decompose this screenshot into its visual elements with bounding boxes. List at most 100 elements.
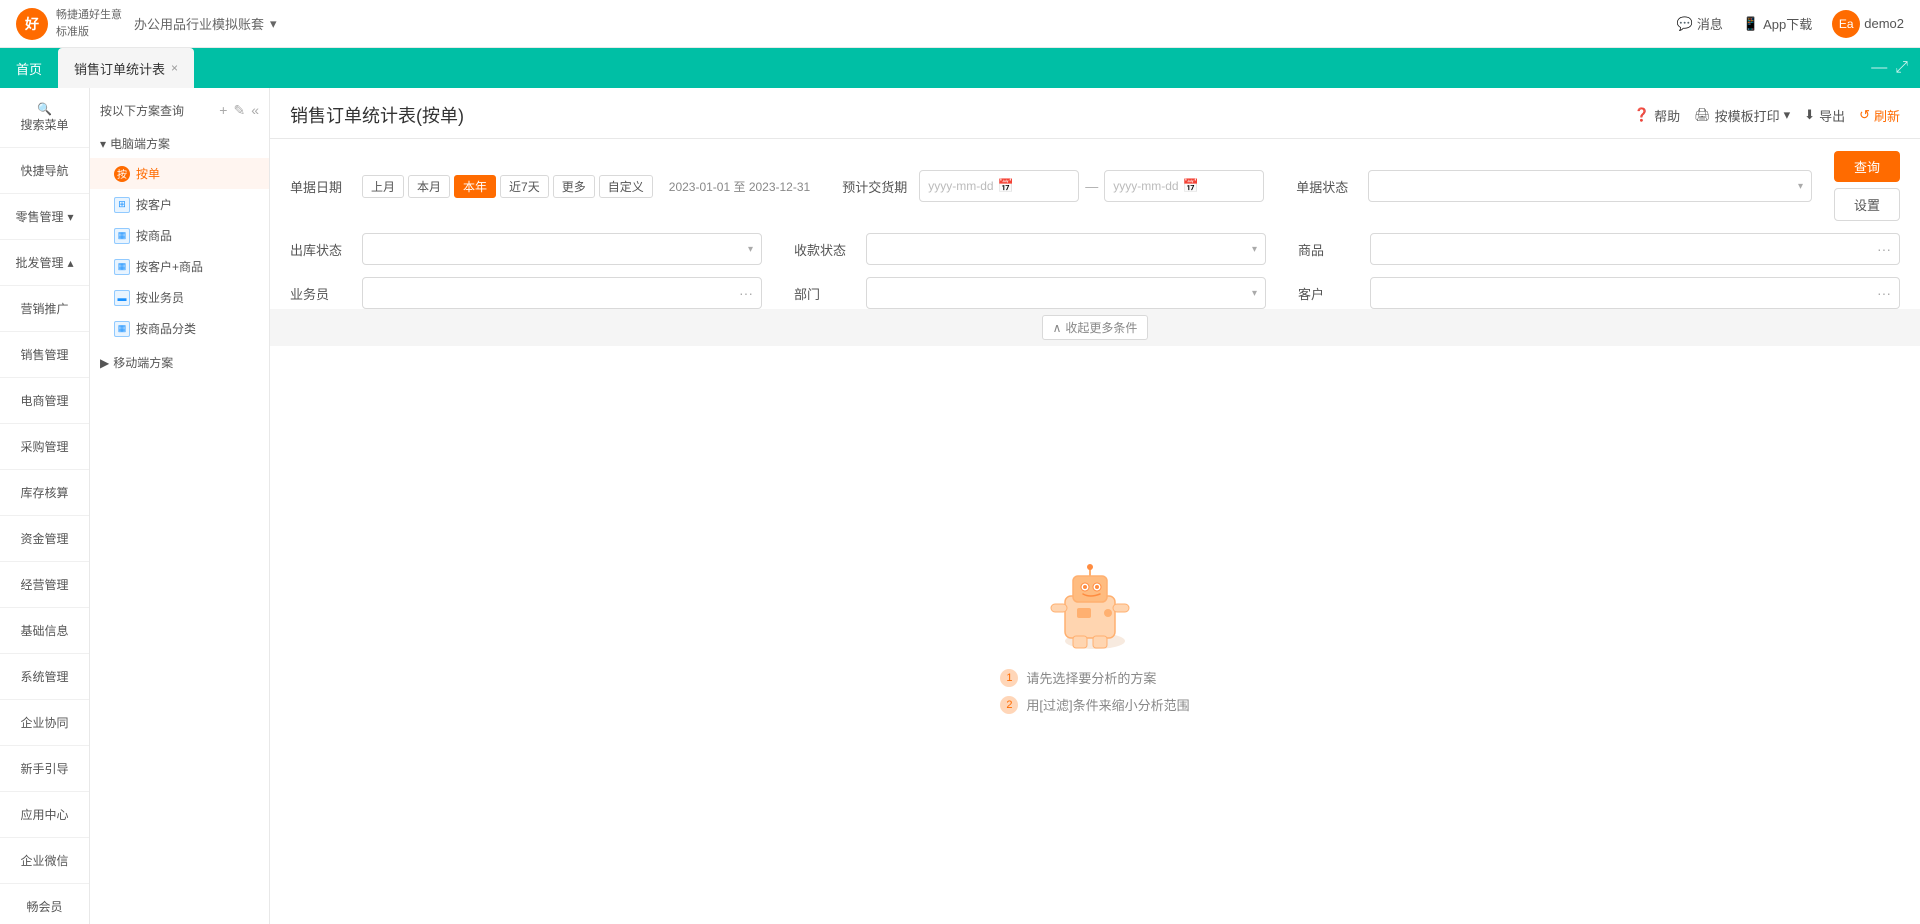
breadcrumb-text: 办公用品行业模拟账套 xyxy=(134,14,264,33)
tab-minimize-icon[interactable]: — xyxy=(1871,59,1887,77)
collapse-scheme-button[interactable]: « xyxy=(251,102,259,119)
template-print-button[interactable]: 🖨 按模板打印 ▾ xyxy=(1694,106,1790,125)
refresh-icon: ↺ xyxy=(1859,107,1870,123)
salesperson-ellipsis[interactable]: ··· xyxy=(739,285,753,301)
help-button[interactable]: ❓ 帮助 xyxy=(1634,106,1680,125)
sidebar-item-marketing[interactable]: 营销推广 xyxy=(0,286,89,332)
receive-status-select[interactable]: ▾ xyxy=(866,233,1266,265)
tab-home[interactable]: 首页 xyxy=(0,48,58,88)
breadcrumb[interactable]: 办公用品行业模拟账套 ▾ xyxy=(134,14,277,33)
logo-text: 畅捷通好生意 xyxy=(56,8,122,22)
export-button[interactable]: ⬇ 导出 xyxy=(1804,106,1845,125)
collapse-button[interactable]: ∧ 收起更多条件 xyxy=(1042,315,1149,340)
sidebar-item-inventory[interactable]: 库存核算 xyxy=(0,470,89,516)
empty-icon-svg xyxy=(1035,556,1155,656)
sidebar-item-finance[interactable]: 资金管理 xyxy=(0,516,89,562)
scheme-item-by-salesperson[interactable]: ▬ 按业务员 xyxy=(90,282,269,313)
newuser-label: 新手引导 xyxy=(8,760,81,777)
logo-area: 好 畅捷通好生意 标准版 xyxy=(16,8,122,40)
sidebar-item-retail[interactable]: 零售管理 ▾ xyxy=(0,194,89,240)
mobile-scheme-group-title[interactable]: ▶ 移动端方案 xyxy=(90,348,269,377)
date-btn-this-year[interactable]: 本年 xyxy=(454,175,496,198)
by-goods-icon: ▦ xyxy=(114,228,130,244)
customer-ellipsis[interactable]: ··· xyxy=(1877,285,1891,301)
tip-text-1: 请先选择要分析的方案 xyxy=(1026,668,1156,687)
sidebar-item-ecommerce[interactable]: 电商管理 xyxy=(0,378,89,424)
tab-maximize-icon[interactable]: ⤢ xyxy=(1895,59,1908,77)
sidebar-item-appcenter[interactable]: 应用中心 xyxy=(0,792,89,838)
settings-button[interactable]: 设置 xyxy=(1834,188,1900,221)
sidebar-item-basic[interactable]: 基础信息 xyxy=(0,608,89,654)
dept-select[interactable]: ▾ xyxy=(866,277,1266,309)
status-select[interactable]: ▾ xyxy=(1368,170,1812,202)
message-button[interactable]: 💬 消息 xyxy=(1677,14,1723,33)
empty-illustration xyxy=(1035,556,1155,656)
template-print-label: 按模板打印 xyxy=(1715,106,1780,125)
edit-scheme-button[interactable]: ✎ xyxy=(233,102,245,119)
scheme-item-by-order[interactable]: 按 按单 xyxy=(90,158,269,189)
user-menu[interactable]: Ea demo2 xyxy=(1832,10,1904,38)
sidebar-item-purchase[interactable]: 采购管理 xyxy=(0,424,89,470)
date-btn-more[interactable]: 更多 xyxy=(553,175,595,198)
collapse-icon: ∧ xyxy=(1053,321,1062,335)
sidebar-item-member[interactable]: 畅会员 xyxy=(0,884,89,924)
tab-sales-stat[interactable]: 销售订单统计表 × xyxy=(58,48,194,88)
pc-scheme-group-title[interactable]: ▾ 电脑端方案 xyxy=(90,129,269,158)
goods-select[interactable]: ··· xyxy=(1370,233,1900,265)
sidebar-item-system[interactable]: 系统管理 xyxy=(0,654,89,700)
expected-date-end[interactable]: yyyy-mm-dd 📅 xyxy=(1104,170,1264,202)
sidebar-item-wholesale[interactable]: 批发管理 ▴ xyxy=(0,240,89,286)
scheme-item-by-customer-goods[interactable]: ▦ 按客户+商品 xyxy=(90,251,269,282)
add-scheme-button[interactable]: + xyxy=(219,102,227,119)
print-arrow-icon: ▾ xyxy=(1784,107,1791,123)
ship-status-select[interactable]: ▾ xyxy=(362,233,762,265)
scheme-item-by-category[interactable]: ▦ 按商品分类 xyxy=(90,313,269,344)
sidebar-item-quicknav[interactable]: 快捷导航 xyxy=(0,148,89,194)
wholesale-label: 批发管理 xyxy=(15,254,63,271)
sidebar-item-enterprise[interactable]: 企业协同 xyxy=(0,700,89,746)
expected-date-label: 预计交货期 xyxy=(842,177,907,196)
right-content: 销售订单统计表(按单) ❓ 帮助 🖨 按模板打印 ▾ ⬇ 导出 xyxy=(270,88,1920,924)
expected-date-range: yyyy-mm-dd 📅 — yyyy-mm-dd 📅 xyxy=(919,170,1264,202)
sidebar-item-wechat[interactable]: 企业微信 xyxy=(0,838,89,884)
top-bar-right: 💬 消息 📱 App下载 Ea demo2 xyxy=(1677,10,1904,38)
mobile-group-label: 移动端方案 xyxy=(113,354,173,371)
sidebar-item-sales[interactable]: 销售管理 xyxy=(0,332,89,378)
scheme-item-by-customer[interactable]: ⊞ 按客户 xyxy=(90,189,269,220)
sidebar-item-search[interactable]: 🔍 搜索菜单 xyxy=(0,88,89,148)
customer-select[interactable]: ··· xyxy=(1370,277,1900,309)
ship-status-arrow: ▾ xyxy=(748,244,753,255)
search-icon: 🔍 xyxy=(8,102,81,116)
tab-close-icon[interactable]: × xyxy=(171,61,178,75)
expected-date-start[interactable]: yyyy-mm-dd 📅 xyxy=(919,170,1079,202)
date-btn-this-month[interactable]: 本月 xyxy=(408,175,450,198)
top-bar-left: 好 畅捷通好生意 标准版 办公用品行业模拟账套 ▾ xyxy=(16,8,277,40)
refresh-button[interactable]: ↺ 刷新 xyxy=(1859,106,1900,125)
date-btn-7days[interactable]: 近7天 xyxy=(500,175,549,198)
dept-arrow: ▾ xyxy=(1252,288,1257,299)
scheme-panel-title: 按以下方案查询 xyxy=(100,102,184,119)
date-btn-custom[interactable]: 自定义 xyxy=(599,175,653,198)
date-range-display: 2023-01-01 至 2023-12-31 xyxy=(669,178,810,195)
sidebar-item-newuser[interactable]: 新手引导 xyxy=(0,746,89,792)
cal-icon-end: 📅 xyxy=(1183,178,1199,194)
tip-text-2: 用[过滤]条件来缩小分析范围 xyxy=(1026,695,1189,714)
sidebar-item-management[interactable]: 经营管理 xyxy=(0,562,89,608)
app-download-button[interactable]: 📱 App下载 xyxy=(1743,14,1812,33)
date-range-separator: — xyxy=(1085,179,1098,194)
appcenter-label: 应用中心 xyxy=(8,806,81,823)
salesperson-select[interactable]: ··· xyxy=(362,277,762,309)
page-title: 销售订单统计表(按单) xyxy=(290,102,464,128)
avatar: Ea xyxy=(1832,10,1860,38)
pc-group-arrow-icon: ▾ xyxy=(100,137,106,151)
scheme-item-by-goods[interactable]: ▦ 按商品 xyxy=(90,220,269,251)
page-title-bar: 销售订单统计表(按单) ❓ 帮助 🖨 按模板打印 ▾ ⬇ 导出 xyxy=(270,88,1920,139)
by-customer-label: 按客户 xyxy=(136,196,172,213)
query-button[interactable]: 查询 xyxy=(1834,151,1900,182)
sales-label: 销售管理 xyxy=(8,346,81,363)
goods-ellipsis[interactable]: ··· xyxy=(1877,241,1891,257)
cal-icon-start: 📅 xyxy=(998,178,1014,194)
date-btn-last-month[interactable]: 上月 xyxy=(362,175,404,198)
empty-tips: 1 请先选择要分析的方案 2 用[过滤]条件来缩小分析范围 xyxy=(1000,668,1189,714)
help-icon: ❓ xyxy=(1634,107,1650,123)
